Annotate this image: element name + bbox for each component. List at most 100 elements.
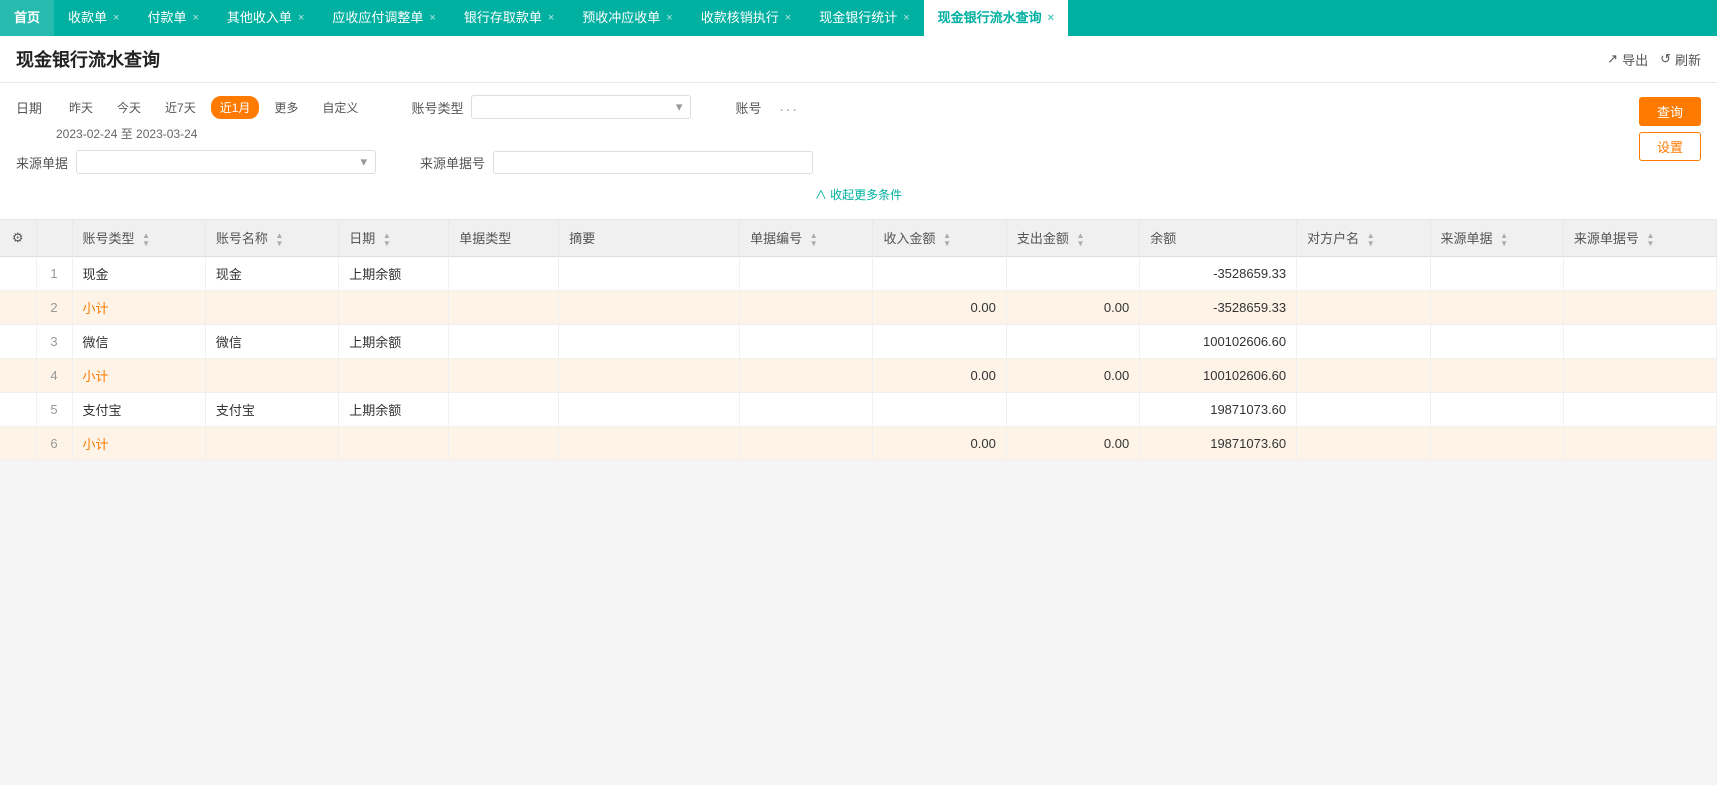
col-expense[interactable]: 支出金额 ▲▼ xyxy=(1006,220,1139,256)
cell-counterpart xyxy=(1297,324,1430,358)
cell-balance: 100102606.60 xyxy=(1140,324,1297,358)
close-icon[interactable]: × xyxy=(785,0,791,36)
col-income[interactable]: 收入金额 ▲▼ xyxy=(873,220,1006,256)
nav-prepay[interactable]: 预收冲应收单 × xyxy=(568,0,686,36)
col-doc-type: 单据类型 xyxy=(449,220,559,256)
setting-button[interactable]: 设置 xyxy=(1639,132,1701,161)
col-gear[interactable]: ⚙ xyxy=(0,220,36,256)
cell-account-type: 现金 xyxy=(72,256,205,290)
col-date[interactable]: 日期 ▲▼ xyxy=(339,220,449,256)
cell-expense: 0.00 xyxy=(1006,426,1139,460)
cell-counterpart xyxy=(1297,358,1430,392)
cell-doc-type xyxy=(449,426,559,460)
source-doc-select[interactable]: ▾ xyxy=(76,150,376,174)
date-label: 日期 xyxy=(16,98,52,117)
cell-expense xyxy=(1006,324,1139,358)
cell-account-type: 小计 xyxy=(72,358,205,392)
cell-doc-type xyxy=(449,256,559,290)
col-doc-no[interactable]: 单据编号 ▲▼ xyxy=(740,220,873,256)
cell-gear xyxy=(0,392,36,426)
cell-account-name xyxy=(205,290,338,324)
source-doc-no-input[interactable] xyxy=(493,151,813,174)
col-source-doc-no[interactable]: 来源单据号 ▲▼ xyxy=(1563,220,1716,256)
nav-other-income[interactable]: 其他收入单 × xyxy=(213,0,318,36)
cell-gear xyxy=(0,324,36,358)
account-type-select[interactable]: ▾ xyxy=(471,95,691,119)
cell-account-type: 微信 xyxy=(72,324,205,358)
cell-source-doc-no xyxy=(1563,358,1716,392)
cell-source-doc-no xyxy=(1563,392,1716,426)
cell-balance: 100102606.60 xyxy=(1140,358,1297,392)
cell-source-doc-no xyxy=(1563,426,1716,460)
close-icon[interactable]: × xyxy=(429,0,435,36)
export-button[interactable]: ↗ 导出 xyxy=(1607,50,1648,69)
collapse-bar[interactable]: ∧ 收起更多条件 xyxy=(16,182,1701,207)
cell-income: 0.00 xyxy=(873,358,1006,392)
cell-expense: 0.00 xyxy=(1006,358,1139,392)
close-icon[interactable]: × xyxy=(903,0,909,36)
date-options: 昨天 今天 近7天 近1月 更多 自定义 xyxy=(60,96,367,119)
cell-income: 0.00 xyxy=(873,290,1006,324)
cell-expense xyxy=(1006,256,1139,290)
nav-payment[interactable]: 付款单 × xyxy=(133,0,212,36)
cell-account-name xyxy=(205,358,338,392)
cell-summary xyxy=(559,290,740,324)
col-source-doc[interactable]: 来源单据 ▲▼ xyxy=(1430,220,1563,256)
nav-home[interactable]: 首页 xyxy=(0,0,54,36)
cell-balance: -3528659.33 xyxy=(1140,290,1297,324)
cell-row-num: 3 xyxy=(36,324,72,358)
nav-cash-flow[interactable]: 现金银行流水查询 × xyxy=(924,0,1068,36)
cell-row-num: 5 xyxy=(36,392,72,426)
refresh-button[interactable]: ↺ 刷新 xyxy=(1660,50,1701,69)
nav-receipt[interactable]: 收款单 × xyxy=(54,0,133,36)
date-opt-yesterday[interactable]: 昨天 xyxy=(60,96,102,119)
cell-source-doc-no xyxy=(1563,256,1716,290)
cell-account-name: 微信 xyxy=(205,324,338,358)
close-icon[interactable]: × xyxy=(548,0,554,36)
cell-income xyxy=(873,324,1006,358)
cell-date xyxy=(339,426,449,460)
account-more-button[interactable]: ... xyxy=(779,98,798,116)
nav-bank-deposit[interactable]: 银行存取款单 × xyxy=(450,0,568,36)
date-opt-custom[interactable]: 自定义 xyxy=(313,96,367,119)
table-row: 6小计0.000.0019871073.60 xyxy=(0,426,1717,460)
date-opt-7days[interactable]: 近7天 xyxy=(156,96,205,119)
cell-balance: 19871073.60 xyxy=(1140,426,1297,460)
close-icon[interactable]: × xyxy=(298,0,304,36)
header-actions: ↗ 导出 ↺ 刷新 xyxy=(1607,50,1701,69)
filter-area: 日期 昨天 今天 近7天 近1月 更多 自定义 账号类型 ▾ xyxy=(0,83,1717,220)
cell-doc-type xyxy=(449,358,559,392)
date-opt-more[interactable]: 更多 xyxy=(265,96,307,119)
page-header: 现金银行流水查询 ↗ 导出 ↺ 刷新 xyxy=(0,36,1717,83)
query-button[interactable]: 查询 xyxy=(1639,97,1701,126)
cell-doc-type xyxy=(449,290,559,324)
date-range-display: 2023-02-24 至 2023-03-24 xyxy=(56,127,197,141)
close-icon[interactable]: × xyxy=(666,0,672,36)
nav-cash-stats[interactable]: 现金银行统计 × xyxy=(805,0,923,36)
cell-summary xyxy=(559,324,740,358)
cell-source-doc xyxy=(1430,290,1563,324)
cell-counterpart xyxy=(1297,290,1430,324)
table-row: 5支付宝支付宝上期余额19871073.60 xyxy=(0,392,1717,426)
cell-account-name: 现金 xyxy=(205,256,338,290)
col-account-name[interactable]: 账号名称 ▲▼ xyxy=(205,220,338,256)
col-summary: 摘要 xyxy=(559,220,740,256)
close-icon[interactable]: × xyxy=(113,0,119,36)
close-icon[interactable]: × xyxy=(1048,0,1054,36)
cell-source-doc xyxy=(1430,256,1563,290)
data-table-container: ⚙ 账号类型 ▲▼ 账号名称 ▲▼ 日期 ▲▼ 单据类型 摘要 单据编号 ▲▼ … xyxy=(0,220,1717,461)
nav-collection[interactable]: 收款核销执行 × xyxy=(687,0,805,36)
date-opt-today[interactable]: 今天 xyxy=(108,96,150,119)
cell-gear xyxy=(0,256,36,290)
nav-adjustment[interactable]: 应收应付调整单 × xyxy=(318,0,449,36)
col-account-type[interactable]: 账号类型 ▲▼ xyxy=(72,220,205,256)
close-icon[interactable]: × xyxy=(192,0,198,36)
collapse-icon: ∧ xyxy=(815,188,827,202)
cell-summary xyxy=(559,358,740,392)
table-row: 4小计0.000.00100102606.60 xyxy=(0,358,1717,392)
date-opt-1month[interactable]: 近1月 xyxy=(211,96,260,119)
cell-expense xyxy=(1006,392,1139,426)
col-counterpart[interactable]: 对方户名 ▲▼ xyxy=(1297,220,1430,256)
cell-doc-no xyxy=(740,290,873,324)
account-label: 账号 xyxy=(735,98,771,117)
